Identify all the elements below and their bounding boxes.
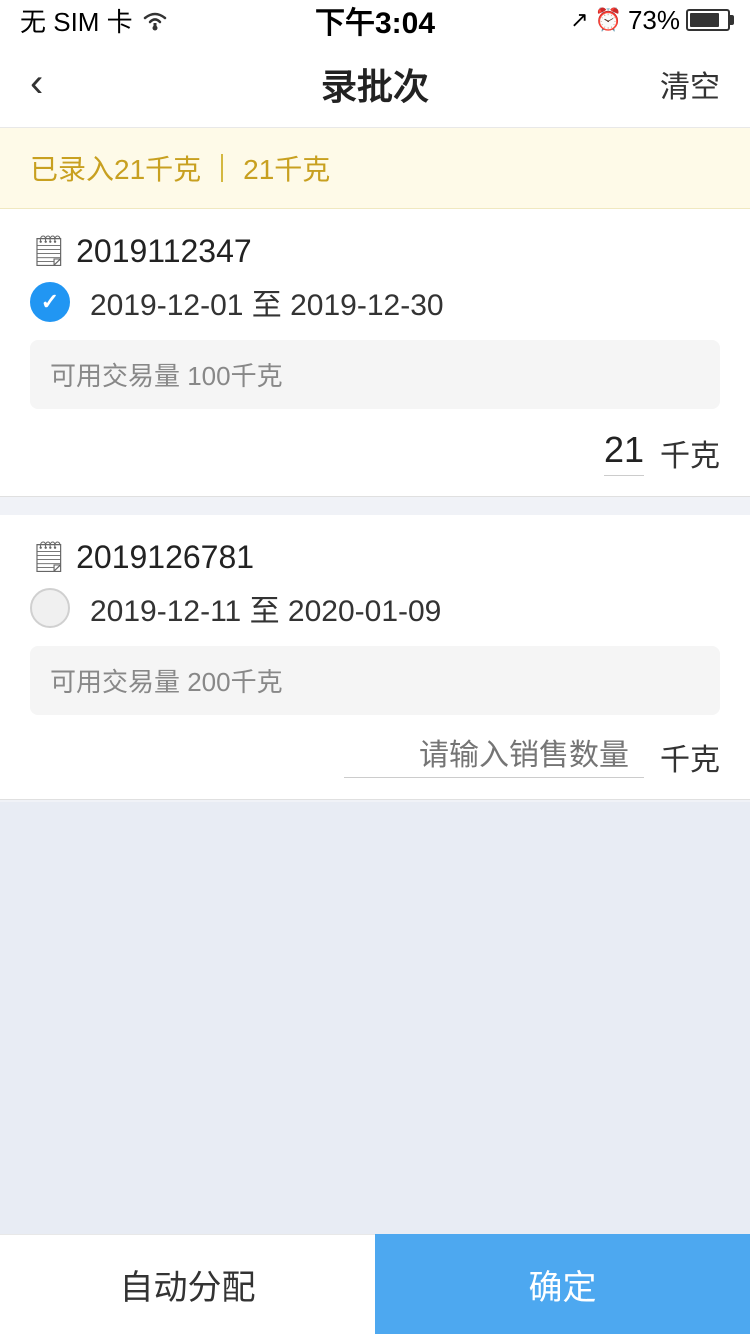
batch-id-2: 2019126781 [76,539,254,576]
bottom-bar: 自动分配 确定 [0,1234,750,1334]
date-range-1: 2019-12-01 至 2019-12-30 [90,280,444,324]
status-time: 下午3:04 [315,0,435,42]
info-banner: 已录入21千克 21千克 [0,128,750,209]
main-content: 已录入21千克 21千克 🗒 2019112347 2019-12-01 至 2… [0,128,750,1234]
batch-item-1: 🗒 2019112347 2019-12-01 至 2019-12-30 可用交… [0,209,750,497]
recorded-value: 21千克 [243,148,330,188]
qty-underline-2 [344,736,644,778]
battery-icon [686,9,730,31]
doc-icon-2: 🗒 [30,540,68,575]
date-row-2[interactable]: 2019-12-11 至 2020-01-09 [30,586,720,630]
id-row-2: 🗒 2019126781 [30,539,720,576]
radio-unchecked-2[interactable] [30,588,70,628]
alarm-icon: ⏰ [595,7,622,33]
date-range-2: 2019-12-11 至 2020-01-09 [90,586,441,630]
qty-value-1: 21 [604,429,644,470]
radio-checked-1[interactable] [30,282,70,322]
status-right: ↗ ⏰ 73% [570,5,730,36]
section-separator [0,499,750,515]
status-left: 无 SIM 卡 [20,2,169,39]
wifi-icon [141,9,169,31]
status-bar: 无 SIM 卡 下午3:04 ↗ ⏰ 73% [0,0,750,40]
qty-input-2[interactable] [344,739,644,773]
doc-icon-1: 🗒 [30,234,68,269]
card-content-2: 🗒 2019126781 2019-12-11 至 2020-01-09 可用交… [0,515,750,715]
page-title: 录批次 [321,58,429,110]
recorded-label: 已录入21千克 [30,148,201,188]
batch-item-2: 🗒 2019126781 2019-12-11 至 2020-01-09 可用交… [0,515,750,800]
auto-distribute-button[interactable]: 自动分配 [0,1234,375,1334]
confirm-button[interactable]: 确定 [375,1234,750,1334]
batch-id-1: 2019112347 [76,233,252,270]
qty-row-2: 千克 [0,715,750,800]
qty-underline-1: 21 [604,429,644,476]
nav-bar: ‹ 录批次 清空 [0,40,750,128]
carrier-label: 无 SIM 卡 [20,2,133,39]
available-qty-1: 可用交易量 100千克 [30,340,720,409]
empty-area [0,802,750,1234]
qty-unit-2: 千克 [660,735,720,779]
info-divider [221,154,223,182]
qty-row-1: 21 千克 [0,409,750,497]
location-icon: ↗ [570,7,588,33]
date-row-1[interactable]: 2019-12-01 至 2019-12-30 [30,280,720,324]
qty-unit-1: 千克 [660,431,720,475]
available-qty-2: 可用交易量 200千克 [30,646,720,715]
id-row-1: 🗒 2019112347 [30,233,720,270]
battery-pct: 73% [628,5,680,36]
card-content-1: 🗒 2019112347 2019-12-01 至 2019-12-30 可用交… [0,209,750,409]
back-button[interactable]: ‹ [30,61,90,106]
clear-button[interactable]: 清空 [660,62,720,106]
